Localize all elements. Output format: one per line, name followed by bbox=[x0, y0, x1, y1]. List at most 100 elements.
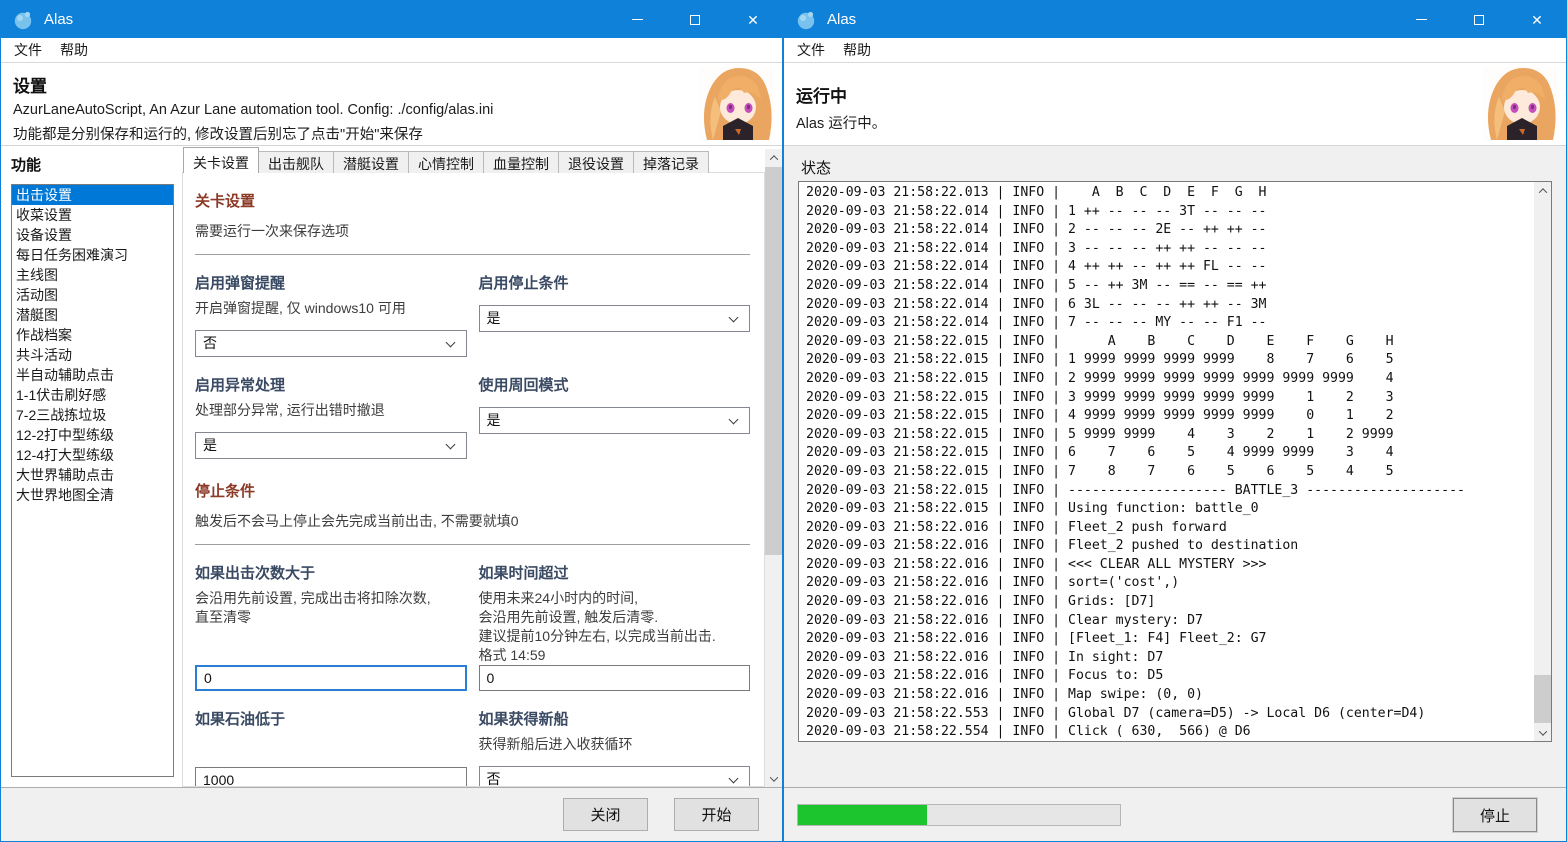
log-line: 2020-09-03 21:58:22.014 | INFO | 1 ++ --… bbox=[806, 203, 1551, 222]
function-listbox: 出击设置收菜设置设备设置每日任务困难演习主线图活动图潜艇图作战档案共斗活动半自动… bbox=[11, 184, 174, 777]
round-mode-select[interactable]: 是 bbox=[479, 407, 751, 434]
field-exception: 启用异常处理 处理部分异常, 运行出错时撤退 是 bbox=[195, 374, 467, 459]
sidebar-item[interactable]: 共斗活动 bbox=[12, 345, 173, 365]
sidebar-item[interactable]: 潜艇图 bbox=[12, 305, 173, 325]
log-line: 2020-09-03 21:58:22.554 | INFO | Click (… bbox=[806, 723, 1551, 742]
minimize-button[interactable] bbox=[1392, 1, 1450, 38]
scroll-down-arrow-icon[interactable] bbox=[765, 770, 782, 787]
field-desc: 获得新船后进入收获循环 bbox=[479, 735, 751, 754]
log-line: 2020-09-03 21:58:22.014 | INFO | 6 3L --… bbox=[806, 296, 1551, 315]
select-value: 否 bbox=[480, 767, 750, 787]
tab[interactable]: 出击舰队 bbox=[258, 151, 334, 173]
menu-item[interactable]: 文件 bbox=[788, 37, 834, 63]
sidebar-item[interactable]: 收菜设置 bbox=[12, 205, 173, 225]
field-desc: 使用未来24小时内的时间, bbox=[479, 589, 751, 608]
start-button[interactable]: 开始 bbox=[674, 798, 759, 831]
log-line: 2020-09-03 21:58:22.016 | INFO | Fleet_2… bbox=[806, 537, 1551, 556]
oil-limit-input[interactable] bbox=[195, 767, 467, 787]
stop-condition-select[interactable]: 是 bbox=[479, 305, 751, 332]
scroll-down-arrow-icon[interactable] bbox=[1534, 724, 1551, 741]
minimize-icon bbox=[1416, 19, 1427, 20]
log-line: 2020-09-03 21:58:22.016 | INFO | In sigh… bbox=[806, 649, 1551, 668]
tab[interactable]: 掉落记录 bbox=[633, 151, 709, 173]
field-if-count: 如果出击次数大于 会沿用先前设置, 完成出击将扣除次数, 直至清零 bbox=[195, 562, 467, 691]
tab[interactable]: 心情控制 bbox=[408, 151, 484, 173]
sidebar-item[interactable]: 作战档案 bbox=[12, 325, 173, 345]
sidebar-item[interactable]: 7-2三战拣垃圾 bbox=[12, 405, 173, 425]
field-desc: 建议提前10分钟左右, 以完成当前出击. bbox=[479, 627, 751, 646]
sidebar-item[interactable]: 活动图 bbox=[12, 285, 173, 305]
menu-item[interactable]: 文件 bbox=[5, 37, 51, 63]
header-description-1: Alas 运行中。 bbox=[796, 112, 1566, 133]
app-logo-icon bbox=[13, 9, 35, 31]
log-line: 2020-09-03 21:58:22.014 | INFO | 7 -- --… bbox=[806, 314, 1551, 333]
sidebar-item[interactable]: 半自动辅助点击 bbox=[12, 365, 173, 385]
log-line: 2020-09-03 21:58:22.015 | INFO | 1 9999 … bbox=[806, 351, 1551, 370]
maximize-button[interactable] bbox=[666, 1, 724, 38]
progress-fill bbox=[798, 805, 927, 825]
close-button[interactable]: ✕ bbox=[724, 1, 782, 38]
close-icon: ✕ bbox=[1531, 13, 1543, 27]
log-line: 2020-09-03 21:58:22.015 | INFO | A B C D… bbox=[806, 333, 1551, 352]
log-line: 2020-09-03 21:58:22.015 | INFO | 7 8 7 6… bbox=[806, 463, 1551, 482]
menu-item[interactable]: 帮助 bbox=[51, 37, 97, 63]
log-output: 2020-09-03 21:58:22.013 | INFO | A B C D… bbox=[798, 181, 1552, 742]
log-line: 2020-09-03 21:58:22.016 | INFO | <<< CLE… bbox=[806, 556, 1551, 575]
settings-scrollbar[interactable] bbox=[765, 149, 782, 787]
sidebar-item[interactable]: 1-1伏击刷好感 bbox=[12, 385, 173, 405]
tab[interactable]: 血量控制 bbox=[483, 151, 559, 173]
maximize-icon bbox=[690, 15, 700, 25]
sidebar-item[interactable]: 大世界辅助点击 bbox=[12, 465, 173, 485]
sidebar-item[interactable]: 每日任务困难演习 bbox=[12, 245, 173, 265]
settings-main: 关卡设置出击舰队潜艇设置心情控制血量控制退役设置掉落记录 关卡设置 需要运行一次… bbox=[182, 146, 782, 787]
close-button[interactable]: ✕ bbox=[1508, 1, 1566, 38]
scrollbar-thumb[interactable] bbox=[1534, 675, 1551, 723]
tab-pane: 关卡设置 需要运行一次来保存选项 启用弹窗提醒 开启弹窗提醒, 仅 window… bbox=[182, 172, 765, 787]
field-label: 如果石油低于 bbox=[195, 708, 467, 729]
menubar: 文件帮助 bbox=[1, 38, 782, 63]
sidebar-item[interactable]: 出击设置 bbox=[12, 185, 173, 205]
field-label: 如果出击次数大于 bbox=[195, 562, 467, 583]
new-ship-select[interactable]: 否 bbox=[479, 766, 751, 787]
time-limit-input[interactable] bbox=[479, 665, 751, 691]
sidebar-item[interactable]: 12-2打中型练级 bbox=[12, 425, 173, 445]
sidebar-item[interactable]: 设备设置 bbox=[12, 225, 173, 245]
tab[interactable]: 关卡设置 bbox=[183, 147, 259, 173]
settings-titlebar[interactable]: Alas ✕ bbox=[1, 1, 782, 38]
divider bbox=[195, 544, 750, 545]
sidebar: 功能 出击设置收菜设置设备设置每日任务困难演习主线图活动图潜艇图作战档案共斗活动… bbox=[1, 146, 182, 787]
page-title: 运行中 bbox=[796, 82, 1566, 107]
running-header: 运行中 Alas 运行中。 bbox=[784, 63, 1566, 146]
sortie-count-input[interactable] bbox=[195, 665, 467, 691]
exception-select[interactable]: 是 bbox=[195, 432, 467, 459]
tab[interactable]: 潜艇设置 bbox=[333, 151, 409, 173]
log-lines: 2020-09-03 21:58:22.013 | INFO | A B C D… bbox=[799, 182, 1551, 742]
maximize-icon bbox=[1474, 15, 1484, 25]
header-description-1: AzurLaneAutoScript, An Azur Lane automat… bbox=[13, 102, 782, 118]
tab-bar: 关卡设置出击舰队潜艇设置心情控制血量控制退役设置掉落记录 bbox=[182, 146, 782, 173]
avatar bbox=[1483, 67, 1559, 140]
running-titlebar[interactable]: Alas ✕ bbox=[784, 1, 1566, 38]
field-label: 使用周回模式 bbox=[479, 374, 751, 395]
log-line: 2020-09-03 21:58:22.015 | INFO | 4 9999 … bbox=[806, 407, 1551, 426]
field-round-mode: 使用周回模式 是 bbox=[479, 374, 751, 459]
log-scrollbar[interactable] bbox=[1534, 182, 1551, 741]
log-line: 2020-09-03 21:58:22.016 | INFO | [Fleet_… bbox=[806, 630, 1551, 649]
scrollbar-thumb[interactable] bbox=[765, 167, 782, 555]
maximize-button[interactable] bbox=[1450, 1, 1508, 38]
tab[interactable]: 退役设置 bbox=[558, 151, 634, 173]
sidebar-item[interactable]: 大世界地图全清 bbox=[12, 485, 173, 505]
field-label: 启用异常处理 bbox=[195, 374, 467, 395]
scroll-up-arrow-icon[interactable] bbox=[1534, 182, 1551, 199]
popup-select[interactable]: 否 bbox=[195, 330, 467, 357]
minimize-button[interactable] bbox=[608, 1, 666, 38]
select-value: 否 bbox=[196, 331, 466, 356]
select-value: 是 bbox=[196, 433, 466, 458]
menu-item[interactable]: 帮助 bbox=[834, 37, 880, 63]
header-description-2: 功能都是分别保存和运行的, 修改设置后别忘了点击"开始"来保存 bbox=[13, 123, 782, 144]
close-settings-button[interactable]: 关闭 bbox=[563, 798, 648, 831]
stop-button[interactable]: 停止 bbox=[1453, 798, 1537, 832]
sidebar-item[interactable]: 主线图 bbox=[12, 265, 173, 285]
sidebar-item[interactable]: 12-4打大型练级 bbox=[12, 445, 173, 465]
field-desc: 会沿用先前设置, 触发后清零. bbox=[479, 608, 751, 627]
